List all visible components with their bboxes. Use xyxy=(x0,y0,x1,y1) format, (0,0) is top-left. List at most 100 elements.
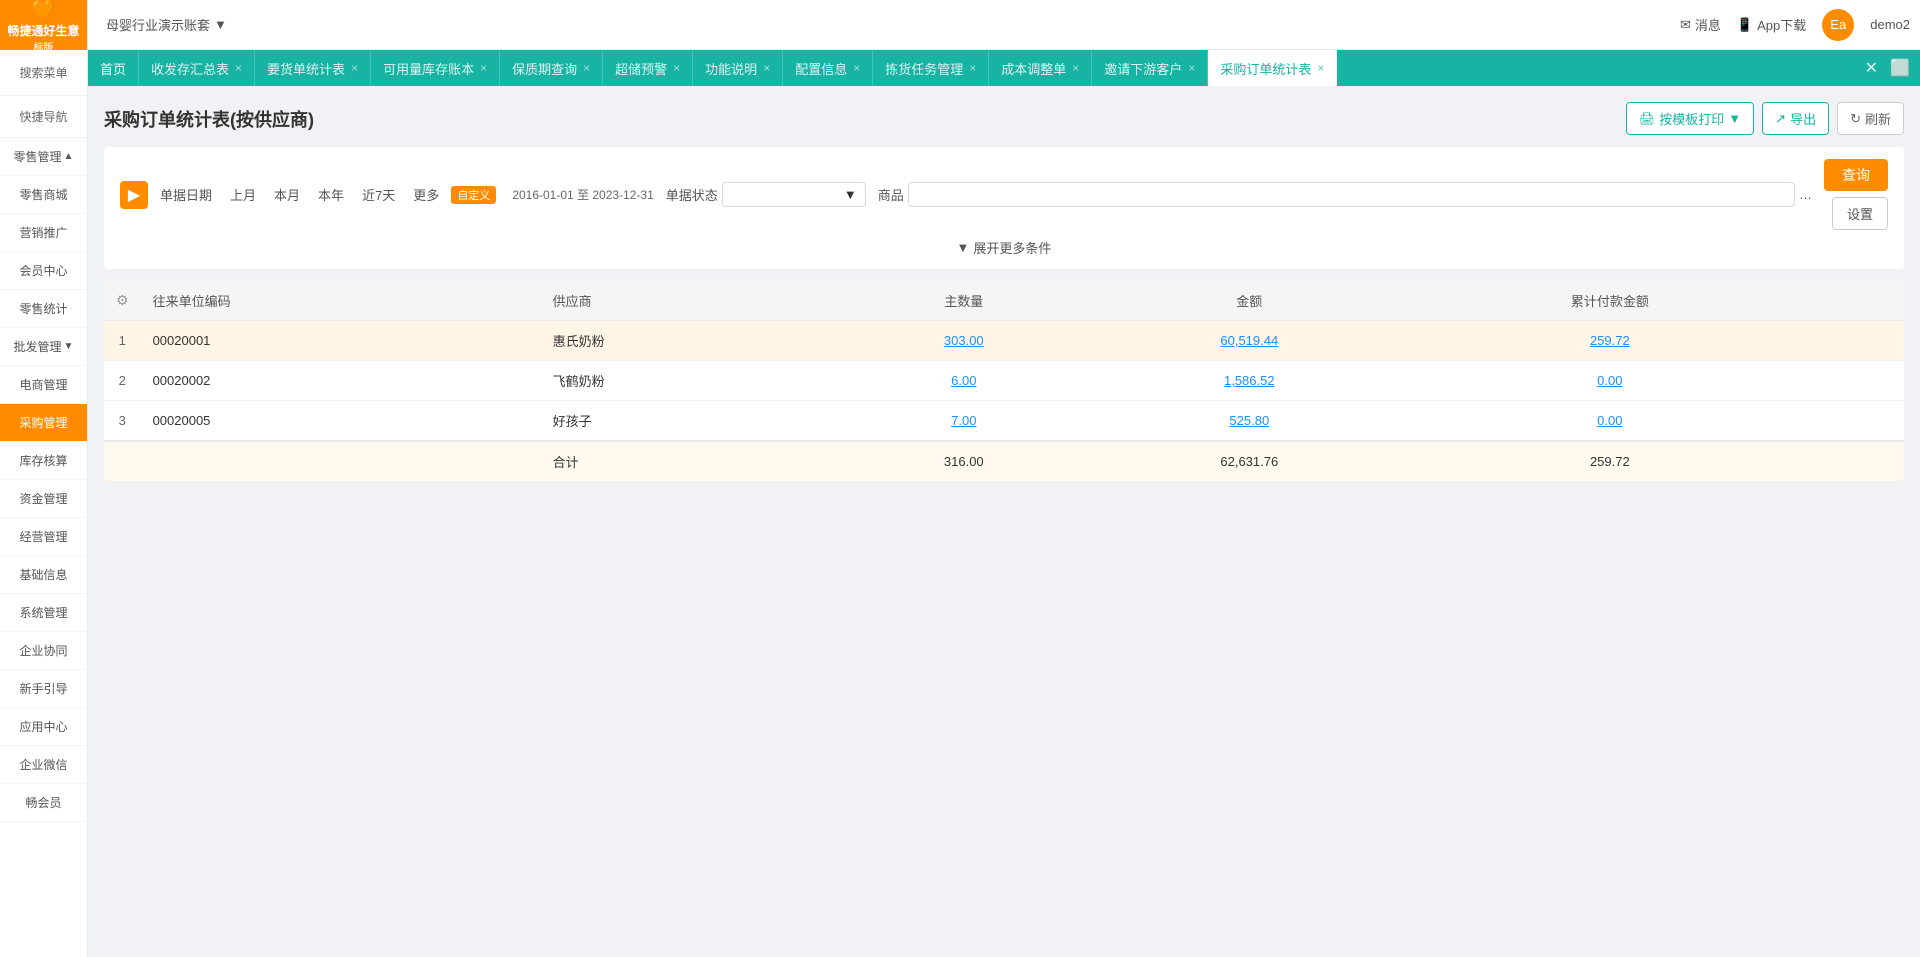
tab-cost-adjust[interactable]: 成本调整单 × xyxy=(989,50,1092,86)
td-main-qty[interactable]: 7.00 xyxy=(839,401,1089,442)
tab-maximize-btn[interactable]: ⬜ xyxy=(1888,56,1912,80)
quick-nav-area[interactable]: 快捷导航 xyxy=(0,96,87,138)
sidebar-item-system-mgmt[interactable]: 系统管理 xyxy=(0,594,87,632)
workspace-dropdown-icon: ▼ xyxy=(214,17,227,32)
settings-icon[interactable]: ⚙ xyxy=(116,292,129,308)
shortcut-this-year[interactable]: 本年 xyxy=(312,183,350,206)
print-dropdown-icon: ▼ xyxy=(1728,111,1741,126)
app-download-btn[interactable]: 📱 App下载 xyxy=(1737,15,1806,34)
search-menu-btn[interactable]: 搜索菜单 xyxy=(8,60,79,85)
workspace-selector[interactable]: 母婴行业演示账套 ▼ xyxy=(98,11,235,38)
sidebar-item-marketing[interactable]: 营销推广 xyxy=(0,214,87,252)
setting-button[interactable]: 设置 xyxy=(1832,197,1888,230)
td-main-qty[interactable]: 6.00 xyxy=(839,361,1089,401)
tab-pick-task[interactable]: 拣货任务管理 × xyxy=(873,50,989,86)
td-main-qty[interactable]: 303.00 xyxy=(839,321,1089,361)
search-button[interactable]: 查询 xyxy=(1824,159,1888,191)
td-cumulative-paid[interactable]: 259.72 xyxy=(1410,321,1810,361)
sidebar-item-label: 新手引导 xyxy=(19,682,67,696)
goods-input[interactable] xyxy=(908,182,1795,207)
sidebar-item-fund-mgmt[interactable]: 资金管理 xyxy=(0,480,87,518)
tab-available-stock[interactable]: 可用量库存账本 × xyxy=(371,50,500,86)
shortcut-prev-month[interactable]: 上月 xyxy=(224,183,262,206)
sidebar-item-purchase-mgmt[interactable]: 采购管理 xyxy=(0,404,87,442)
tab-func-desc[interactable]: 功能说明 × xyxy=(693,50,783,86)
username-label[interactable]: demo2 xyxy=(1870,17,1910,32)
tab-over-stock-warning[interactable]: 超储预警 × xyxy=(603,50,693,86)
tab-close-icon[interactable]: × xyxy=(235,61,242,75)
expand-label: 展开更多条件 xyxy=(973,238,1051,257)
sidebar-item-enterprise-collab[interactable]: 企业协同 xyxy=(0,632,87,670)
tabbar-right-actions: ✕ ⬜ xyxy=(1855,56,1920,80)
tab-close-icon[interactable]: × xyxy=(853,61,860,75)
tab-expiry-query[interactable]: 保质期查询 × xyxy=(500,50,603,86)
tab-label: 收发存汇总表 xyxy=(151,59,229,78)
sidebar-item-basic-info[interactable]: 基础信息 xyxy=(0,556,87,594)
refresh-button[interactable]: ↻ 刷新 xyxy=(1837,102,1904,135)
quick-nav-btn[interactable]: 快捷导航 xyxy=(8,104,79,129)
shortcut-more[interactable]: 更多 xyxy=(407,183,445,206)
message-btn[interactable]: ✉ 消息 xyxy=(1680,15,1721,34)
shortcut-this-month[interactable]: 本月 xyxy=(268,183,306,206)
sidebar-item-new-guide[interactable]: 新手引导 xyxy=(0,670,87,708)
shortcut-7days[interactable]: 近7天 xyxy=(356,183,401,206)
sidebar-item-retail-shop[interactable]: 零售商城 xyxy=(0,176,87,214)
sidebar-item-enterprise-wechat[interactable]: 企业微信 xyxy=(0,746,87,784)
tab-invite-downstream[interactable]: 邀请下游客户 × xyxy=(1092,50,1208,86)
tab-close-icon[interactable]: × xyxy=(673,61,680,75)
sidebar-item-app-center[interactable]: 应用中心 xyxy=(0,708,87,746)
td-cumulative-paid[interactable]: 0.00 xyxy=(1410,401,1810,442)
th-unit-code: 往来单位编码 xyxy=(141,281,541,321)
tab-label: 拣货任务管理 xyxy=(885,59,963,78)
td-amount[interactable]: 60,519.44 xyxy=(1089,321,1410,361)
tab-close-icon[interactable]: × xyxy=(351,61,358,75)
sidebar-item-retail-mgmt[interactable]: 零售管理 ▲ xyxy=(0,138,87,176)
status-select[interactable]: ▼ xyxy=(722,182,866,207)
user-avatar[interactable]: Ea xyxy=(1822,9,1854,41)
topbar-right: ✉ 消息 📱 App下载 Ea demo2 xyxy=(1680,9,1910,41)
tab-collect-send[interactable]: 收发存汇总表 × xyxy=(139,50,255,86)
sidebar-item-operation-mgmt[interactable]: 经营管理 xyxy=(0,518,87,556)
td-supplier: 惠氏奶粉 xyxy=(541,321,839,361)
td-cumulative-paid[interactable]: 0.00 xyxy=(1410,361,1810,401)
td-amount[interactable]: 1,586.52 xyxy=(1089,361,1410,401)
sidebar-item-inventory-check[interactable]: 库存核算 xyxy=(0,442,87,480)
tab-close-icon[interactable]: × xyxy=(583,61,590,75)
table-row: 3 00020005 好孩子 7.00 525.80 0.00 xyxy=(104,401,1904,442)
sidebar-item-label: 基础信息 xyxy=(19,568,67,582)
td-summary-empty xyxy=(104,441,141,482)
custom-date-badge[interactable]: 自定义 xyxy=(451,186,496,204)
tab-purchase-stats[interactable]: 采购订单统计表 × xyxy=(1208,50,1337,86)
sidebar-item-label: 企业微信 xyxy=(19,758,67,772)
tab-close-icon[interactable]: × xyxy=(763,61,770,75)
tab-close-all-btn[interactable]: ✕ xyxy=(1863,56,1880,80)
sidebar-item-label: 营销推广 xyxy=(19,226,67,240)
sidebar-item-ecommerce-mgmt[interactable]: 电商管理 xyxy=(0,366,87,404)
expand-more-btn[interactable]: ▼ 展开更多条件 xyxy=(957,238,1052,257)
goods-more-btn[interactable]: … xyxy=(1799,187,1812,202)
tab-demand-stats[interactable]: 要货单统计表 × xyxy=(255,50,371,86)
td-amount[interactable]: 525.80 xyxy=(1089,401,1410,442)
page-content: 采购订单统计表(按供应商) 🖨 按模板打印 ▼ ↗ 导出 ↻ 刷新 xyxy=(88,86,1920,957)
sidebar-item-member-center[interactable]: 会员中心 xyxy=(0,252,87,290)
sidebar-item-vip-member[interactable]: 畅会员 xyxy=(0,784,87,822)
td-unit-code: 00020002 xyxy=(141,361,541,401)
tab-close-icon[interactable]: × xyxy=(1188,61,1195,75)
tab-close-icon[interactable]: × xyxy=(480,61,487,75)
tab-close-icon[interactable]: × xyxy=(1072,61,1079,75)
sidebar-item-wholesale-mgmt[interactable]: 批发管理 ▼ xyxy=(0,328,87,366)
print-label: 按模板打印 xyxy=(1659,109,1724,128)
sidebar: 🧡 畅捷通好生意 标版 搜索菜单 快捷导航 零售管理 ▲ 零售商城 营销推广 会… xyxy=(0,0,88,957)
print-button[interactable]: 🖨 按模板打印 ▼ xyxy=(1626,102,1754,135)
tab-close-icon[interactable]: × xyxy=(1317,61,1324,75)
expand-down-icon: ▼ xyxy=(957,240,970,255)
sidebar-item-retail-stats[interactable]: 零售统计 xyxy=(0,290,87,328)
tab-config-info[interactable]: 配置信息 × xyxy=(783,50,873,86)
logo-text: 畅捷通好生意 xyxy=(7,22,79,39)
sidebar-search-area[interactable]: 搜索菜单 xyxy=(0,50,87,96)
export-button[interactable]: ↗ 导出 xyxy=(1762,102,1829,135)
tab-home[interactable]: 首页 xyxy=(88,50,139,86)
tab-close-icon[interactable]: × xyxy=(969,61,976,75)
filter-toggle-btn[interactable]: ▶ xyxy=(120,181,148,209)
sidebar-item-label: 零售商城 xyxy=(19,188,67,202)
